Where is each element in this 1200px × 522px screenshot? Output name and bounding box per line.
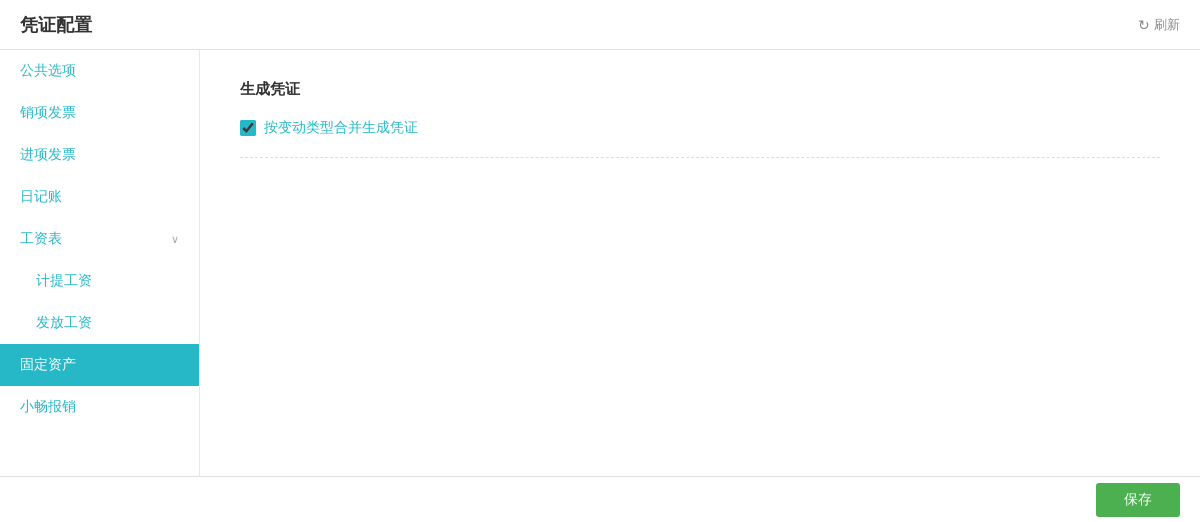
- page-title: 凭证配置: [20, 13, 92, 37]
- refresh-icon: ↻: [1138, 17, 1150, 33]
- section-divider: [240, 157, 1160, 158]
- top-bar: 凭证配置 ↻ 刷新: [0, 0, 1200, 50]
- sidebar-item-accrual-salary[interactable]: 计提工资: [0, 260, 199, 302]
- content-area: 生成凭证 按变动类型合并生成凭证: [200, 50, 1200, 476]
- checkbox-label[interactable]: 按变动类型合并生成凭证: [264, 119, 418, 137]
- section-title: 生成凭证: [240, 80, 1160, 99]
- sidebar-item-label: 计提工资: [36, 272, 92, 290]
- sidebar-item-purchase-invoice[interactable]: 进项发票: [0, 134, 199, 176]
- sidebar-item-label: 固定资产: [20, 356, 76, 374]
- sidebar-item-petty-expense[interactable]: 小畅报销: [0, 386, 199, 428]
- sidebar-item-pay-salary[interactable]: 发放工资: [0, 302, 199, 344]
- main-layout: 公共选项销项发票进项发票日记账工资表 ∨ 计提工资发放工资固定资产小畅报销 生成凭证…: [0, 50, 1200, 476]
- bottom-bar: 保存: [0, 476, 1200, 522]
- sidebar-item-label: 小畅报销: [20, 398, 76, 416]
- sidebar-item-label: 发放工资: [36, 314, 92, 332]
- sidebar-item-label: 销项发票: [20, 104, 76, 122]
- sidebar-item-journal[interactable]: 日记账: [0, 176, 199, 218]
- sidebar: 公共选项销项发票进项发票日记账工资表 ∨ 计提工资发放工资固定资产小畅报销: [0, 50, 200, 476]
- refresh-button[interactable]: ↻ 刷新: [1138, 16, 1180, 34]
- save-button[interactable]: 保存: [1096, 483, 1180, 517]
- sidebar-item-public-options[interactable]: 公共选项: [0, 50, 199, 92]
- sidebar-item-fixed-assets[interactable]: 固定资产: [0, 344, 199, 386]
- sidebar-item-payroll-sheet[interactable]: 工资表 ∨: [0, 218, 199, 260]
- merge-checkbox[interactable]: [240, 120, 256, 136]
- checkbox-row: 按变动类型合并生成凭证: [240, 119, 1160, 137]
- sidebar-item-label: 进项发票: [20, 146, 76, 164]
- sidebar-item-label: 公共选项: [20, 62, 76, 80]
- chevron-down-icon: ∨: [171, 233, 179, 246]
- sidebar-item-label: 日记账: [20, 188, 62, 206]
- sidebar-item-sales-invoice[interactable]: 销项发票: [0, 92, 199, 134]
- refresh-label: 刷新: [1154, 16, 1180, 34]
- sidebar-item-label: 工资表: [20, 230, 62, 248]
